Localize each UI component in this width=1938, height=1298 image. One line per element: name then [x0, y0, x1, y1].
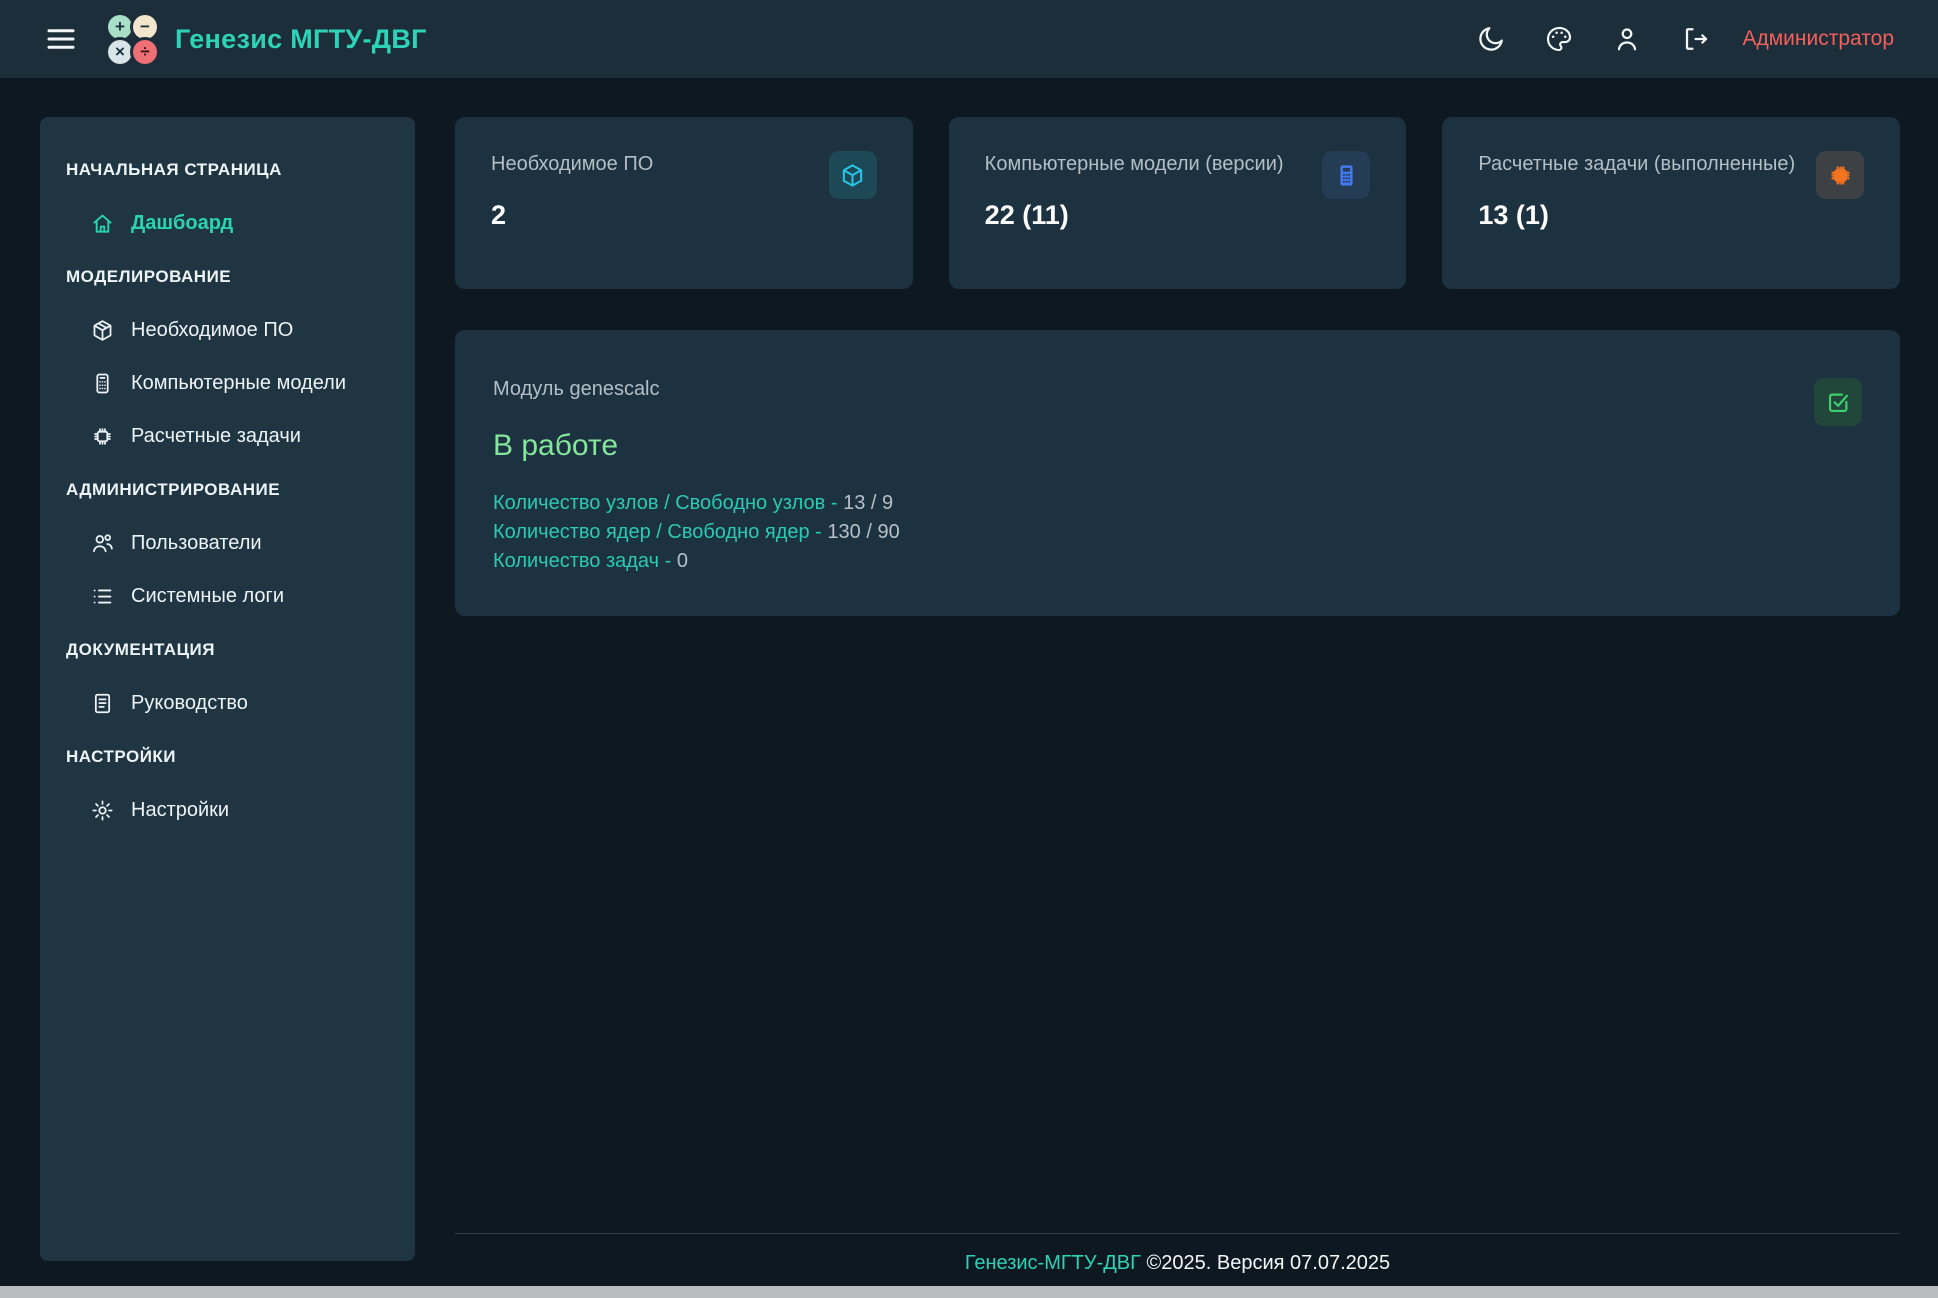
logout-icon: [1680, 24, 1710, 54]
theme-palette-button[interactable]: [1544, 24, 1574, 54]
stat-card-label: Компьютерные модели (версии): [984, 153, 1284, 175]
module-status-text: В работе: [493, 429, 619, 462]
main-content: Необходимое ПО 2 Компьютерные модели (ве…: [455, 117, 1901, 616]
stat-card-label: Необходимое ПО: [491, 153, 654, 175]
calculator-icon: [1322, 151, 1371, 199]
footer: Генезис-МГТУ-ДВГ ©2025. Версия 07.07.202…: [455, 1233, 1900, 1275]
sidebar-item-calculation-tasks[interactable]: Расчетные задачи: [40, 410, 415, 463]
manual-icon: [90, 691, 115, 716]
person-icon: [1612, 24, 1642, 54]
sidebar-item-computer-models[interactable]: Компьютерные модели: [40, 357, 415, 410]
horizontal-scrollbar[interactable]: [0, 1286, 1938, 1298]
footer-brand-link[interactable]: Генезис-МГТУ-ДВГ: [965, 1252, 1141, 1274]
module-stats: Количество узлов / Свободно узлов - 13 /…: [493, 489, 900, 576]
stat-line-value: 13 / 9: [843, 492, 894, 514]
sidebar-item-label: Руководство: [131, 692, 248, 714]
sidebar-item-label: Пользователи: [131, 532, 262, 554]
app-title: Генезис МГТУ-ДВГ: [175, 23, 427, 54]
cpu-icon: [1816, 151, 1865, 199]
cpu-icon: [90, 424, 115, 449]
stat-card-text: Компьютерные модели (версии) 22 (11): [985, 153, 1284, 231]
multiply-logo-icon: ×: [108, 39, 132, 64]
stat-line-separator: -: [825, 492, 844, 514]
top-bar: + − × ÷ Генезис МГТУ-ДВГ Администратор: [0, 0, 1938, 78]
topbar-left: + − × ÷ Генезис МГТУ-ДВГ: [44, 14, 427, 64]
sidebar: НАЧАЛЬНАЯ СТРАНИЦА Дашбоард МОДЕЛИРОВАНИ…: [40, 117, 415, 1261]
stat-line-value: 130 / 90: [827, 521, 900, 543]
divide-logo-icon: ÷: [133, 39, 157, 64]
check-square-icon: [1814, 378, 1862, 426]
users-icon: [90, 531, 115, 556]
sidebar-item-system-logs[interactable]: Системные логи: [40, 570, 415, 623]
hamburger-icon: [44, 22, 78, 56]
stat-cards-row: Необходимое ПО 2 Компьютерные модели (ве…: [455, 117, 1901, 289]
nav-section-documentation: ДОКУМЕНТАЦИЯ: [66, 640, 215, 659]
app-logo: + − × ÷: [108, 14, 157, 64]
menu-toggle-button[interactable]: [44, 22, 78, 56]
cube-icon: [828, 151, 877, 199]
sidebar-item-dashboard[interactable]: Дашбоард: [40, 197, 415, 250]
module-stat-tasks: Количество задач - 0: [493, 547, 900, 576]
sidebar-item-label: Дашбоард: [131, 212, 234, 234]
gear-icon: [90, 798, 115, 823]
stat-card-label: Расчетные задачи (выполненные): [1478, 153, 1796, 175]
nav-section-modeling: МОДЕЛИРОВАНИЕ: [66, 267, 232, 286]
stat-card-value: 2: [491, 200, 507, 230]
logout-button[interactable]: [1680, 24, 1710, 54]
stat-card-text: Необходимое ПО 2: [491, 153, 653, 231]
footer-text: Генезис-МГТУ-ДВГ ©2025. Версия 07.07.202…: [455, 1252, 1900, 1275]
palette-icon: [1544, 24, 1574, 54]
module-card-text: Модуль genescalc В работе Количество узл…: [493, 378, 900, 576]
user-role-label: Администратор: [1742, 27, 1894, 50]
nav-section-settings: НАСТРОЙКИ: [66, 747, 177, 766]
dark-mode-button[interactable]: [1476, 24, 1506, 54]
nav-section-administration: АДМИНИСТРИРОВАНИЕ: [66, 480, 281, 499]
module-stat-cores: Количество ядер / Свободно ядер - 130 / …: [493, 518, 900, 547]
stat-card-value: 13 (1): [1478, 200, 1549, 230]
nav-section-home: НАЧАЛЬНАЯ СТРАНИЦА: [66, 160, 282, 179]
sidebar-item-label: Системные логи: [131, 585, 285, 607]
stat-card-value: 22 (11): [984, 200, 1069, 230]
stat-card-calculation-tasks: Расчетные задачи (выполненные) 13 (1): [1442, 117, 1901, 289]
app-root: + − × ÷ Генезис МГТУ-ДВГ Администратор Н…: [0, 0, 1938, 1298]
sidebar-item-required-software[interactable]: Необходимое ПО: [40, 304, 415, 357]
sidebar-item-label: Компьютерные модели: [131, 372, 347, 394]
user-profile-button[interactable]: [1612, 24, 1642, 54]
calculator-icon: [90, 371, 115, 396]
stat-card-required-software: Необходимое ПО 2: [455, 117, 913, 289]
sidebar-item-manual[interactable]: Руководство: [40, 677, 415, 730]
module-card-label: Модуль genescalc: [493, 378, 660, 400]
stat-line-label: Количество узлов / Свободно узлов: [493, 492, 826, 514]
footer-copyright: ©2025. Версия 07.07.2025: [1146, 1252, 1391, 1274]
plus-logo-icon: +: [108, 14, 132, 39]
footer-divider: [455, 1233, 1900, 1234]
minus-logo-icon: −: [133, 14, 157, 39]
stat-line-label: Количество задач: [493, 550, 660, 572]
stat-line-label: Количество ядер / Свободно ядер: [493, 521, 810, 543]
sidebar-item-label: Расчетные задачи: [131, 425, 301, 447]
module-stat-nodes: Количество узлов / Свободно узлов - 13 /…: [493, 489, 900, 518]
sidebar-item-label: Настройки: [131, 799, 230, 821]
home-icon: [90, 211, 115, 236]
stat-line-separator: -: [659, 550, 677, 572]
topbar-right: Администратор: [1476, 24, 1894, 54]
stat-line-value: 0: [676, 550, 688, 572]
stat-line-separator: -: [809, 521, 828, 543]
list-icon: [90, 584, 115, 609]
stat-card-computer-models: Компьютерные модели (версии) 22 (11): [948, 117, 1407, 289]
module-status-card: Модуль genescalc В работе Количество узл…: [455, 330, 1900, 616]
sidebar-item-label: Необходимое ПО: [131, 319, 294, 341]
moon-icon: [1476, 24, 1506, 54]
cube-icon: [90, 318, 115, 343]
stat-card-text: Расчетные задачи (выполненные) 13 (1): [1478, 153, 1795, 231]
sidebar-item-users[interactable]: Пользователи: [40, 517, 415, 570]
sidebar-item-settings[interactable]: Настройки: [40, 784, 415, 837]
